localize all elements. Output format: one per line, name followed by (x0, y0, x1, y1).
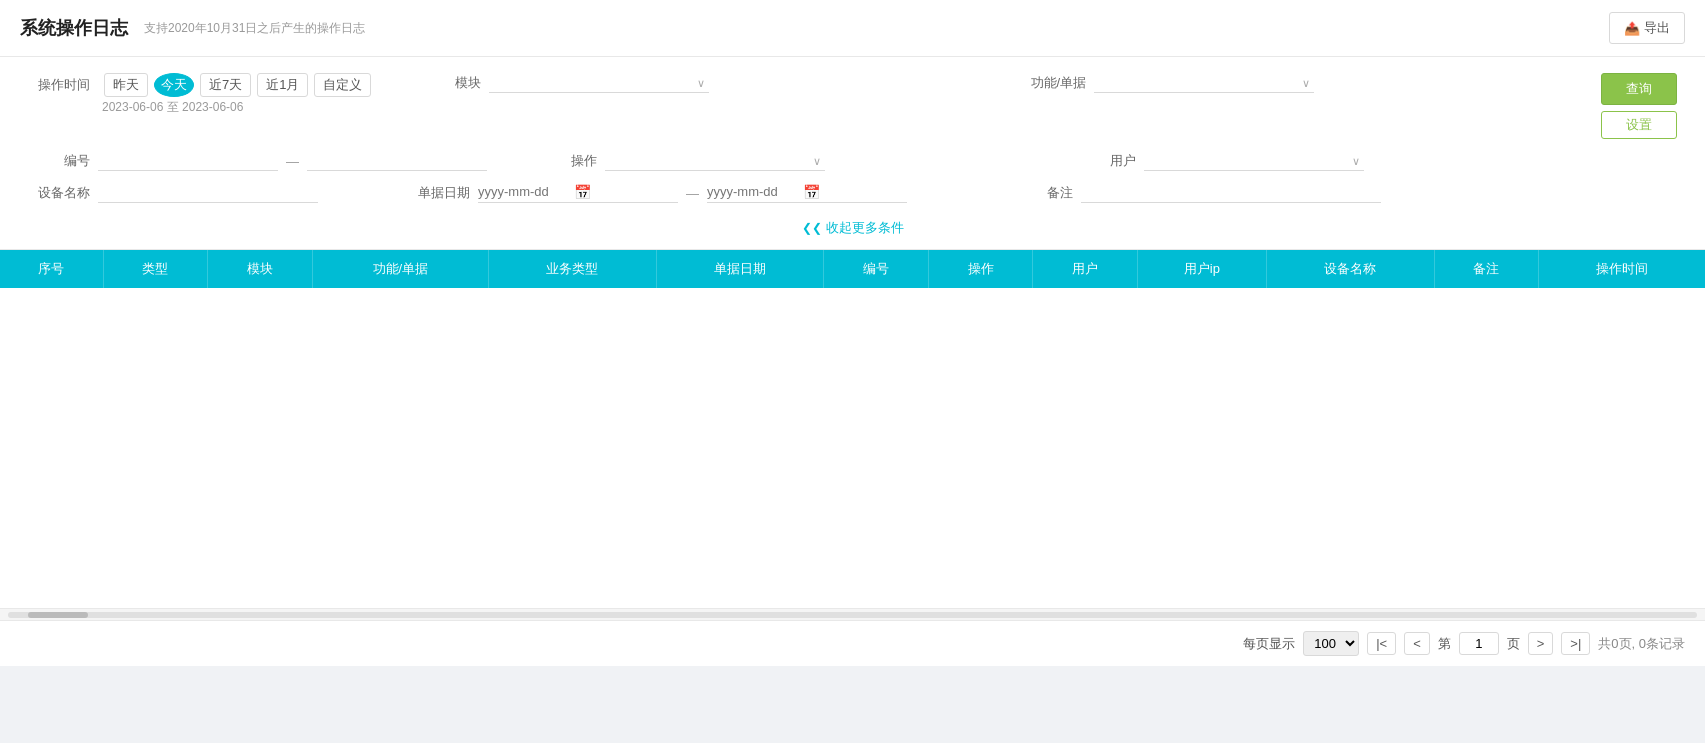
settings-button[interactable]: 设置 (1601, 111, 1677, 139)
chevron-up-icon: ❮❮ (802, 221, 822, 235)
page-header: 系统操作日志 支持2020年10月31日之后产生的操作日志 📤 导出 (0, 0, 1705, 57)
doc-date-end-wrapper: 📅 (707, 184, 907, 203)
module-select[interactable] (489, 73, 709, 93)
doc-date-end[interactable] (707, 184, 797, 199)
col-optime: 操作时间 (1538, 250, 1705, 288)
page-title: 系统操作日志 (20, 16, 128, 40)
func-label: 功能/单据 (1016, 74, 1086, 92)
custom-btn[interactable]: 自定义 (314, 73, 371, 97)
col-user: 用户 (1033, 250, 1137, 288)
summary-text: 共0页, 0条记录 (1598, 635, 1685, 653)
horizontal-scrollbar[interactable] (0, 608, 1705, 620)
today-btn[interactable]: 今天 (154, 73, 194, 97)
number-dash: — (286, 154, 299, 169)
next-page-btn[interactable]: > (1528, 632, 1554, 655)
last1month-btn[interactable]: 近1月 (257, 73, 308, 97)
export-icon: 📤 (1624, 21, 1640, 36)
page-unit: 页 (1507, 635, 1520, 653)
col-action: 操作 (928, 250, 1032, 288)
per-page-select[interactable]: 100 50 200 500 (1303, 631, 1359, 656)
date-dash: — (686, 186, 699, 201)
prev-page-btn[interactable]: < (1404, 632, 1430, 655)
col-number: 编号 (824, 250, 928, 288)
func-select[interactable] (1094, 73, 1314, 93)
action-select-wrapper (605, 151, 825, 171)
doc-date-start[interactable] (478, 184, 568, 199)
scrollbar-track (8, 612, 1697, 618)
col-device: 设备名称 (1266, 250, 1434, 288)
time-range-text: 2023-06-06 至 2023-06-06 (102, 100, 243, 114)
col-biztype: 业务类型 (489, 250, 657, 288)
number-label: 编号 (20, 152, 90, 170)
number-input-end[interactable] (307, 151, 487, 171)
last-page-btn[interactable]: >| (1561, 632, 1590, 655)
device-input[interactable] (98, 183, 318, 203)
remark-label: 备注 (1003, 184, 1073, 202)
action-label: 操作 (527, 152, 597, 170)
pagination-area: 每页显示 100 50 200 500 |< < 第 页 > >| 共0页, 0… (0, 620, 1705, 666)
remark-input[interactable] (1081, 183, 1381, 203)
last7days-btn[interactable]: 近7天 (200, 73, 251, 97)
doc-date-label: 单据日期 (400, 184, 470, 202)
per-page-label: 每页显示 (1243, 635, 1295, 653)
user-select[interactable] (1144, 151, 1364, 171)
page-subtitle: 支持2020年10月31日之后产生的操作日志 (144, 20, 365, 37)
col-remark: 备注 (1434, 250, 1538, 288)
page-input[interactable] (1459, 632, 1499, 655)
user-select-wrapper (1144, 151, 1364, 171)
data-table: 序号 类型 模块 功能/单据 业务类型 单据日期 编号 操作 用户 用户ip 设… (0, 250, 1705, 288)
time-label: 操作时间 (20, 76, 90, 94)
action-select[interactable] (605, 151, 825, 171)
table-header: 序号 类型 模块 功能/单据 业务类型 单据日期 编号 操作 用户 用户ip 设… (0, 250, 1705, 288)
func-select-wrapper (1094, 73, 1314, 93)
col-docdate: 单据日期 (656, 250, 824, 288)
page-text: 第 (1438, 635, 1451, 653)
calendar-icon-end[interactable]: 📅 (803, 184, 820, 200)
number-input-start[interactable] (98, 151, 278, 171)
calendar-icon-start[interactable]: 📅 (574, 184, 591, 200)
module-label: 模块 (411, 74, 481, 92)
col-userip: 用户ip (1137, 250, 1266, 288)
col-type: 类型 (103, 250, 207, 288)
doc-date-start-wrapper: 📅 (478, 184, 678, 203)
col-module: 模块 (208, 250, 312, 288)
export-button[interactable]: 📤 导出 (1609, 12, 1685, 44)
col-func: 功能/单据 (312, 250, 488, 288)
module-select-wrapper (489, 73, 709, 93)
query-button[interactable]: 查询 (1601, 73, 1677, 105)
filter-area: 操作时间 昨天 今天 近7天 近1月 自定义 2023-06-06 至 2023… (0, 57, 1705, 250)
action-buttons: 查询 设置 (1601, 73, 1685, 139)
device-label: 设备名称 (20, 184, 90, 202)
table-container: 序号 类型 模块 功能/单据 业务类型 单据日期 编号 操作 用户 用户ip 设… (0, 250, 1705, 608)
scrollbar-thumb[interactable] (28, 612, 88, 618)
col-index: 序号 (0, 250, 103, 288)
user-label: 用户 (1066, 152, 1136, 170)
first-page-btn[interactable]: |< (1367, 632, 1396, 655)
collapse-label: 收起更多条件 (826, 219, 904, 237)
collapse-bar[interactable]: ❮❮ 收起更多条件 (20, 211, 1685, 241)
yesterday-btn[interactable]: 昨天 (104, 73, 148, 97)
empty-area (0, 288, 1705, 608)
